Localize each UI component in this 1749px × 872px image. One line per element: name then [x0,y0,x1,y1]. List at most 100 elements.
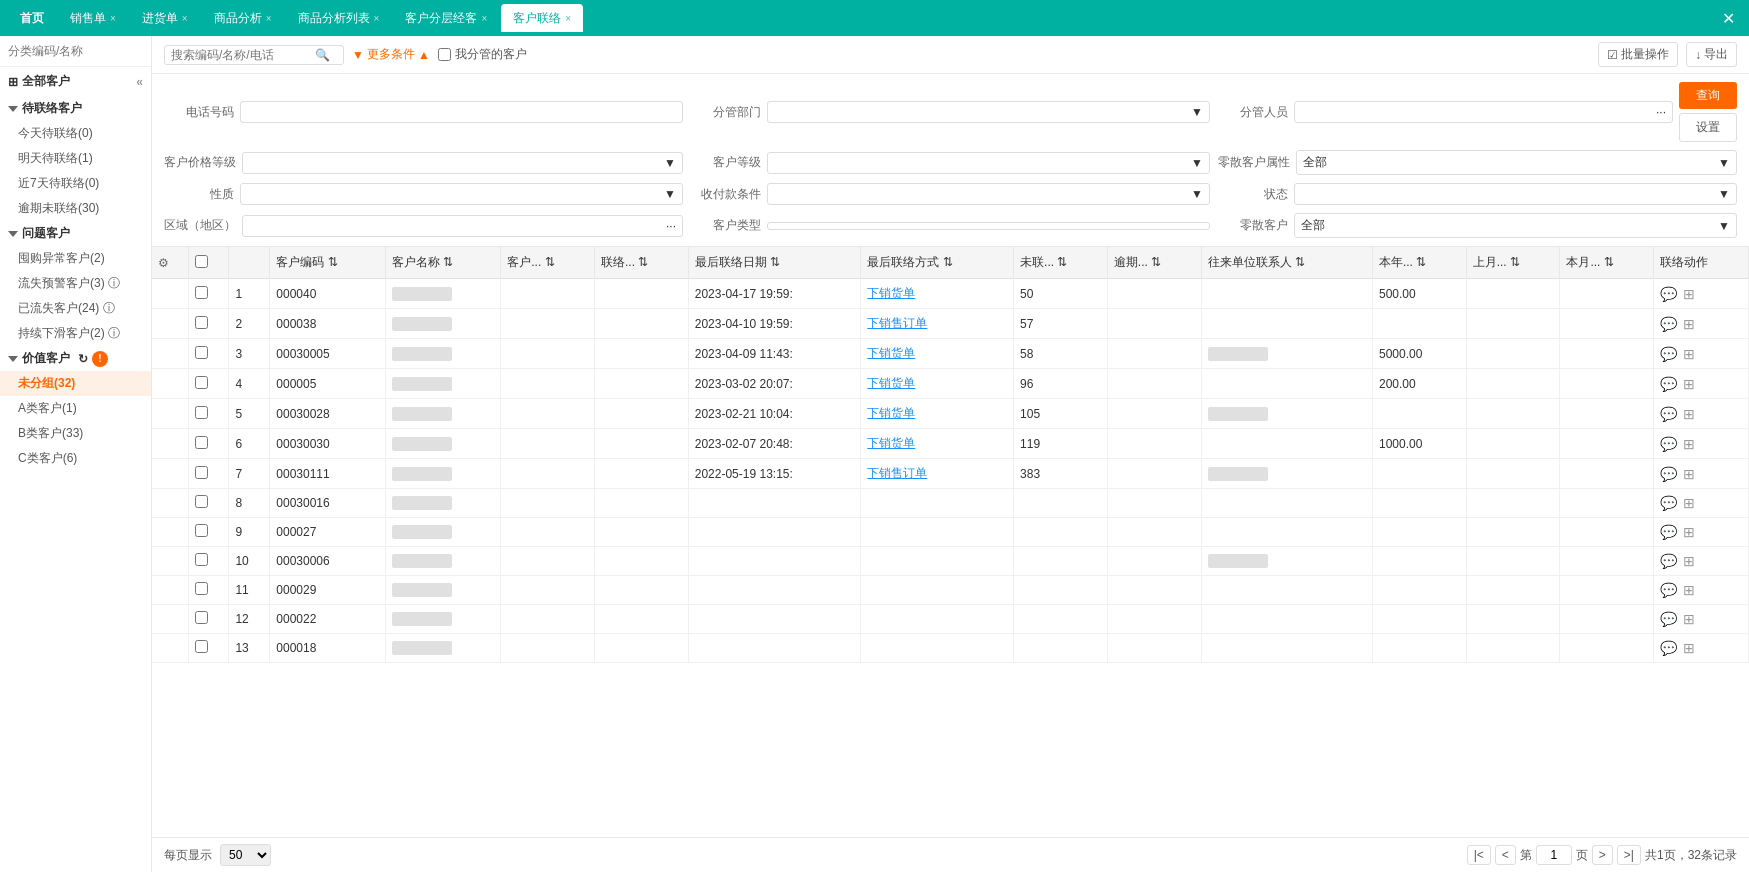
tab-purchase[interactable]: 进货单 × [130,4,200,32]
sidebar-group-pending[interactable]: 待联络客户 [0,96,151,121]
row-checkbox[interactable] [195,582,208,595]
chat-icon[interactable]: 💬 [1660,406,1677,422]
payment-select[interactable]: ▼ [767,183,1210,205]
price-level-select[interactable]: ▼ [242,152,683,174]
contact-method-link[interactable]: 下销售订单 [867,316,927,330]
grid-action-icon[interactable]: ⊞ [1683,553,1695,569]
sidebar-all-customers[interactable]: ⊞ 全部客户 « [0,67,151,96]
query-button[interactable]: 查询 [1679,82,1737,109]
tab-home[interactable]: 首页 [8,4,56,32]
tab-customer-contact[interactable]: 客户联络 × [501,4,583,32]
my-customers-checkbox[interactable] [438,48,451,61]
last-page-button[interactable]: >| [1617,845,1641,865]
contact-method-link[interactable]: 下销货单 [867,406,915,420]
grid-action-icon[interactable]: ⊞ [1683,640,1695,656]
sidebar-item-overdue-pending[interactable]: 逾期未联络(30) [0,196,151,221]
tab-analysis-list-close[interactable]: × [374,13,380,24]
tab-customer-contact-close[interactable]: × [565,13,571,24]
tab-customer-segmentation[interactable]: 客户分层经客 × [393,4,499,32]
more-conditions-button[interactable]: ▼ 更多条件 ▲ [352,46,430,63]
grid-action-icon[interactable]: ⊞ [1683,495,1695,511]
chat-icon[interactable]: 💬 [1660,346,1677,362]
sidebar-item-class-b[interactable]: B类客户(33) [0,421,151,446]
chat-icon[interactable]: 💬 [1660,436,1677,452]
row-checkbox[interactable] [195,466,208,479]
sidebar-group-value[interactable]: 价值客户 ↻ ! [0,346,151,371]
col-name[interactable]: 客户名称 ⇅ [385,247,500,279]
prev-page-button[interactable]: < [1495,845,1516,865]
contact-method-link[interactable]: 下销货单 [867,346,915,360]
first-page-button[interactable]: |< [1467,845,1491,865]
row-checkbox[interactable] [195,346,208,359]
tab-sales-close[interactable]: × [110,13,116,24]
sidebar-item-today-pending[interactable]: 今天待联络(0) [0,121,151,146]
sidebar-search-input[interactable] [8,44,152,58]
per-page-select[interactable]: 50 100 [220,844,271,866]
page-number-input[interactable] [1536,845,1572,865]
chat-icon[interactable]: 💬 [1660,582,1677,598]
row-checkbox[interactable] [195,553,208,566]
grid-action-icon[interactable]: ⊞ [1683,286,1695,302]
chat-icon[interactable]: 💬 [1660,376,1677,392]
sidebar-item-tomorrow-pending[interactable]: 明天待联络(1) [0,146,151,171]
row-checkbox[interactable] [195,316,208,329]
chat-icon[interactable]: 💬 [1660,611,1677,627]
col-this-month[interactable]: 本月... ⇅ [1560,247,1654,279]
grid-action-icon[interactable]: ⊞ [1683,406,1695,422]
row-checkbox[interactable] [195,376,208,389]
grid-action-icon[interactable]: ⊞ [1683,436,1695,452]
grid-action-icon[interactable]: ⊞ [1683,316,1695,332]
search-icon[interactable]: 🔍 [315,48,330,62]
customer-level-select[interactable]: ▼ [767,152,1210,174]
sidebar-group-problem[interactable]: 问题客户 [0,221,151,246]
grid-action-icon[interactable]: ⊞ [1683,346,1695,362]
dept-select[interactable]: ▼ [767,101,1210,123]
person-select[interactable]: ··· [1294,101,1673,123]
row-checkbox[interactable] [195,524,208,537]
grid-action-icon[interactable]: ⊞ [1683,376,1695,392]
chat-icon[interactable]: 💬 [1660,640,1677,656]
tab-customer-seg-close[interactable]: × [481,13,487,24]
sidebar-item-7days-pending[interactable]: 近7天待联络(0) [0,171,151,196]
chat-icon[interactable]: 💬 [1660,553,1677,569]
col-last-date[interactable]: 最后联络日期 ⇅ [688,247,861,279]
status-select[interactable]: ▼ [1294,183,1737,205]
col-type[interactable]: 客户... ⇅ [501,247,595,279]
row-checkbox[interactable] [195,286,208,299]
sidebar-item-unclassified[interactable]: 未分组(32) [0,371,151,396]
tab-analysis-list[interactable]: 商品分析列表 × [286,4,392,32]
chat-icon[interactable]: 💬 [1660,466,1677,482]
chat-icon[interactable]: 💬 [1660,316,1677,332]
chat-icon[interactable]: 💬 [1660,524,1677,540]
phone-input[interactable] [240,101,683,123]
col-last-month[interactable]: 上月... ⇅ [1466,247,1560,279]
row-checkbox[interactable] [195,495,208,508]
grid-action-icon[interactable]: ⊞ [1683,466,1695,482]
col-code[interactable]: 客户编码 ⇅ [270,247,385,279]
chat-icon[interactable]: 💬 [1660,495,1677,511]
export-button[interactable]: ↓ 导出 [1686,42,1737,67]
row-checkbox[interactable] [195,406,208,419]
grid-action-icon[interactable]: ⊞ [1683,611,1695,627]
batch-ops-button[interactable]: ☑ 批量操作 [1598,42,1678,67]
tab-purchase-close[interactable]: × [182,13,188,24]
sidebar-item-abnormal[interactable]: 囤购异常客户(2) [0,246,151,271]
region-select[interactable]: ··· [242,215,683,237]
contact-method-link[interactable]: 下销货单 [867,376,915,390]
col-settings[interactable]: ⚙ [152,247,189,279]
window-close-button[interactable]: ✕ [1716,9,1741,28]
reset-button[interactable]: 设置 [1679,113,1737,142]
sidebar-item-class-a[interactable]: A类客户(1) [0,396,151,421]
sidebar-item-churned[interactable]: 已流失客户(24) ⓘ [0,296,151,321]
retail-customer-select[interactable]: 全部 ▼ [1294,213,1737,238]
tab-sales[interactable]: 销售单 × [58,4,128,32]
retail-attr-select[interactable]: 全部 ▼ [1296,150,1737,175]
contact-method-link[interactable]: 下销货单 [867,286,915,300]
col-last-method[interactable]: 最后联络方式 ⇅ [861,247,1014,279]
chat-icon[interactable]: 💬 [1660,286,1677,302]
select-all-checkbox[interactable] [195,255,208,268]
next-page-button[interactable]: > [1592,845,1613,865]
tab-analysis-close[interactable]: × [266,13,272,24]
nature-select[interactable]: ▼ [240,183,683,205]
customer-type-select[interactable] [767,222,1210,230]
